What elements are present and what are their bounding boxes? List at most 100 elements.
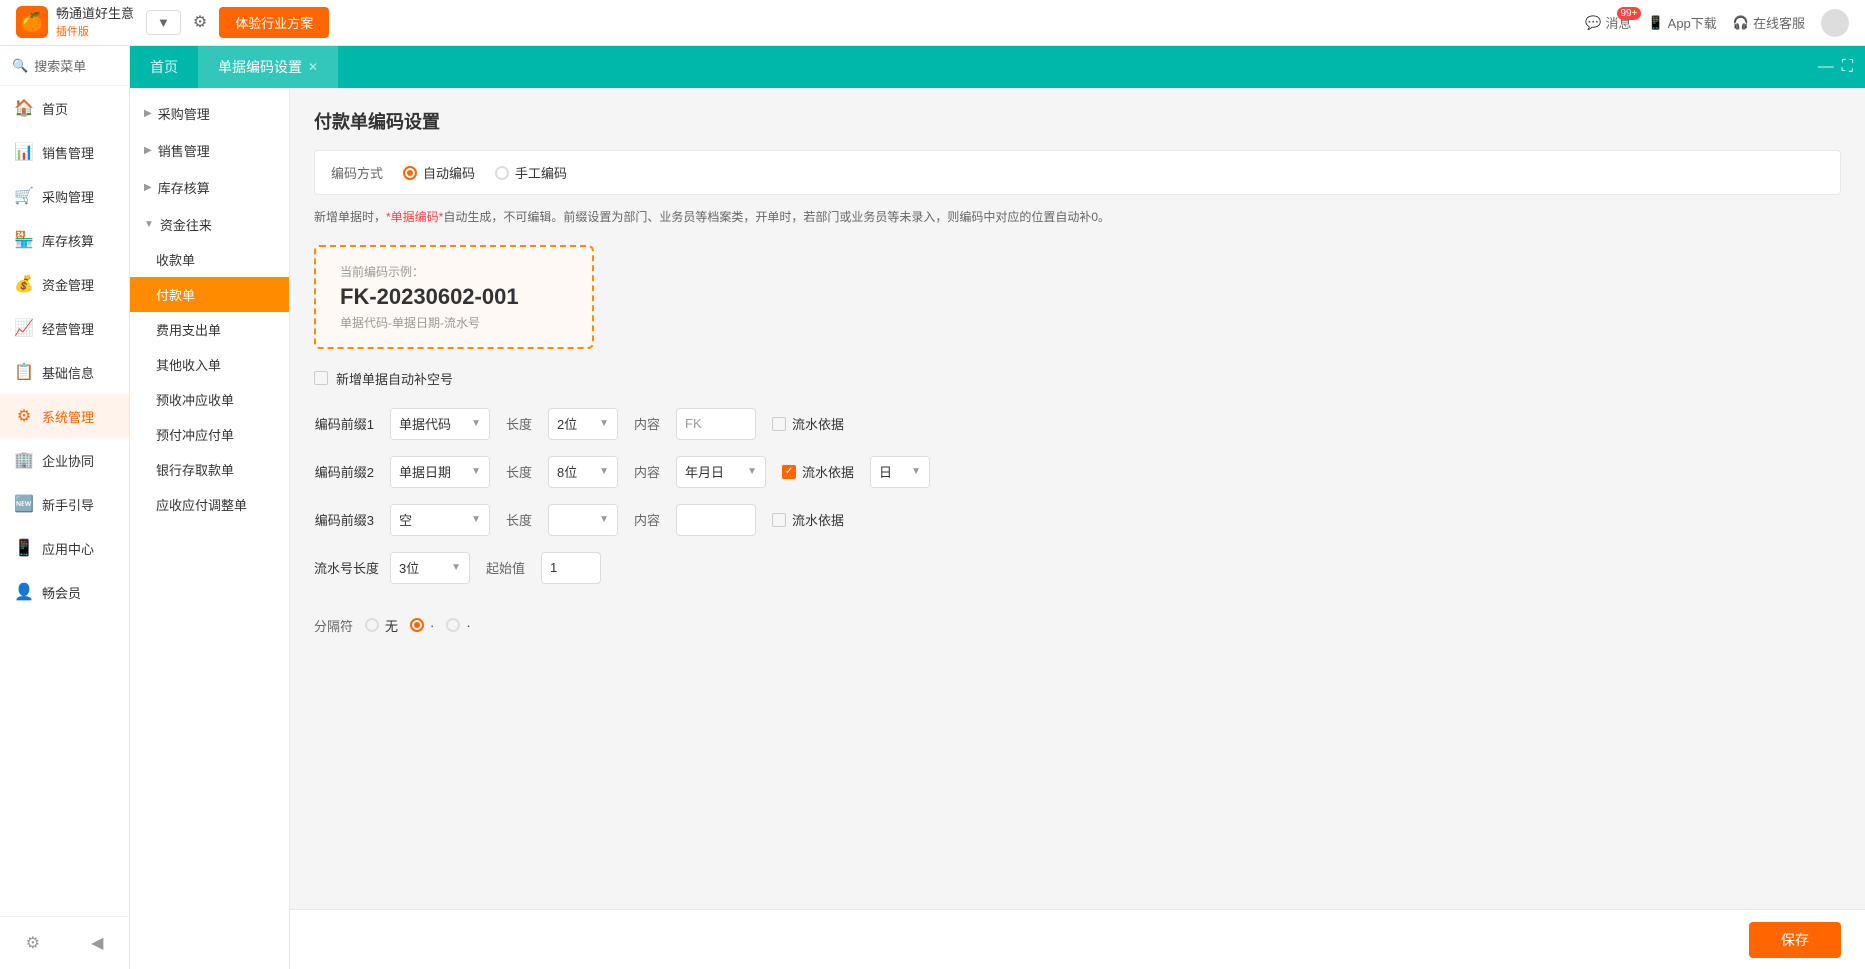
content2-value: 年月日 [685, 462, 724, 481]
auto-radio-circle [403, 166, 417, 180]
app-icon: 📱 [1647, 15, 1663, 31]
online-service-button[interactable]: 🎧 在线客服 [1733, 13, 1805, 32]
stream3-checkbox[interactable] [772, 513, 786, 527]
top-bar-left: 🍊 畅通道好生意 插件版 ▼ ⚙ 体验行业方案 [16, 6, 329, 39]
auto-fill-checkbox[interactable] [314, 371, 328, 385]
prefix3-select[interactable]: 空 ▼ [390, 504, 490, 536]
sec-item-receipt[interactable]: 收款单 [130, 242, 289, 277]
dropdown-button[interactable]: ▼ [146, 10, 181, 35]
serial-row: 流水号长度 3位 ▼ 起始值 1 [314, 552, 1841, 584]
auto-encoding-radio[interactable]: 自动编码 [403, 163, 475, 182]
period-arrow-icon: ▼ [911, 466, 921, 477]
company-icon: 🏢 [14, 450, 34, 470]
sec-group-sales: ▶ 销售管理 [130, 133, 289, 168]
sec-group-finance-title[interactable]: ▼ 资金往来 [130, 207, 289, 242]
tab-close-icon[interactable]: ✕ [308, 60, 318, 74]
sidebar-item-guide[interactable]: 🆕 新手引导 [0, 482, 129, 526]
example-code: FK-20230602-001 [340, 284, 568, 310]
sidebar-item-operation[interactable]: 📈 经营管理 [0, 306, 129, 350]
length3-select[interactable]: ▼ [548, 504, 618, 536]
tab-bar-right: — ⛶ [1818, 58, 1865, 76]
settings-button[interactable]: ⚙ [189, 8, 211, 36]
sec-group-inventory-title[interactable]: ▶ 库存核算 [130, 170, 289, 205]
chevron-right-icon: ▶ [144, 108, 152, 119]
start-value-input[interactable]: 1 [541, 552, 601, 584]
stream2-checkbox[interactable]: ✓ [782, 465, 796, 479]
sec-item-expense[interactable]: 费用支出单 [130, 312, 289, 347]
sidebar-item-home[interactable]: 🏠 首页 [0, 86, 129, 130]
prefix3-value: 空 [399, 510, 412, 529]
sidebar-item-company[interactable]: 🏢 企业协同 [0, 438, 129, 482]
sidebar-item-system[interactable]: ⚙ 系统管理 [0, 394, 129, 438]
content1-input: FK [676, 408, 756, 440]
sidebar-item-inventory-label: 库存核算 [42, 231, 94, 250]
sep-dot2-radio[interactable]: · [446, 618, 470, 633]
top-bar-right: 💬 消息 99+ 📱 App下载 🎧 在线客服 [1585, 9, 1849, 37]
content2-select[interactable]: 年月日 ▼ [676, 456, 766, 488]
prefix2-label: 编码前缀2 [314, 462, 374, 481]
sidebar-item-system-label: 系统管理 [42, 407, 94, 426]
sidebar-item-basic[interactable]: 📋 基础信息 [0, 350, 129, 394]
prefix2-arrow-icon: ▼ [471, 466, 481, 477]
finance-icon: 💰 [14, 274, 34, 294]
app-download-label: App下载 [1668, 13, 1717, 32]
app-download-button[interactable]: 📱 App下载 [1647, 13, 1716, 32]
sidebar-item-apps[interactable]: 📱 应用中心 [0, 526, 129, 570]
sec-item-adjustment[interactable]: 应收应付调整单 [130, 487, 289, 522]
sales-icon: 📊 [14, 142, 34, 162]
trial-button[interactable]: 体验行业方案 [219, 7, 329, 38]
sidebar-item-sales[interactable]: 📊 销售管理 [0, 130, 129, 174]
tab-encoding-label: 单据编码设置 [218, 57, 302, 77]
stream1-label: 流水依据 [792, 414, 844, 433]
manual-encoding-label: 手工编码 [515, 163, 567, 182]
prefix3-arrow-icon: ▼ [471, 514, 481, 525]
length2-select[interactable]: 8位 ▼ [548, 456, 618, 488]
content2-label: 内容 [634, 462, 660, 481]
sec-group-sales-title[interactable]: ▶ 销售管理 [130, 133, 289, 168]
sidebar-item-purchase[interactable]: 🛒 采购管理 [0, 174, 129, 218]
sep-dot-label: · [430, 618, 434, 633]
secondary-sidebar: ▶ 采购管理 ▶ 销售管理 ▶ 库存核算 [130, 88, 290, 969]
auto-radio-dot [407, 170, 413, 176]
logo-icon: 🍊 [16, 6, 48, 38]
sec-item-other-income[interactable]: 其他收入单 [130, 347, 289, 382]
prefix2-select[interactable]: 单据日期 ▼ [390, 456, 490, 488]
main-right: 付款单编码设置 编码方式 自动编码 手工编码 [290, 88, 1865, 969]
tab-expand-icon[interactable]: ⛶ [1842, 58, 1853, 76]
page-title: 付款单编码设置 [314, 108, 1841, 134]
message-button[interactable]: 💬 消息 99+ [1585, 13, 1631, 32]
serial-length-select[interactable]: 3位 ▼ [390, 552, 470, 584]
sidebar-settings-btn[interactable]: ⚙ [20, 927, 46, 959]
tab-encoding-settings[interactable]: 单据编码设置 ✕ [198, 46, 338, 88]
user-info[interactable] [1821, 9, 1849, 37]
prefix1-arrow-icon: ▼ [471, 418, 481, 429]
sidebar-item-inventory[interactable]: 🏪 库存核算 [0, 218, 129, 262]
prefix1-select[interactable]: 单据代码 ▼ [390, 408, 490, 440]
sidebar-item-operation-label: 经营管理 [42, 319, 94, 338]
guide-icon: 🆕 [14, 494, 34, 514]
length1-label: 长度 [506, 414, 532, 433]
manual-encoding-radio[interactable]: 手工编码 [495, 163, 567, 182]
tab-home[interactable]: 首页 [130, 46, 198, 88]
period-select[interactable]: 日 ▼ [870, 456, 930, 488]
tab-minimize-icon[interactable]: — [1818, 58, 1834, 76]
example-desc: 单据代码-单据日期-流水号 [340, 314, 568, 331]
sep-dot2-circle [446, 618, 460, 632]
stream1-checkbox[interactable] [772, 417, 786, 431]
sec-item-advance-offset[interactable]: 预付冲应付单 [130, 417, 289, 452]
save-button[interactable]: 保存 [1749, 922, 1841, 958]
content-area: ▶ 采购管理 ▶ 销售管理 ▶ 库存核算 [130, 88, 1865, 969]
search-menu-button[interactable]: 🔍 搜索菜单 [0, 46, 129, 86]
sidebar-item-member[interactable]: 👤 畅会员 [0, 570, 129, 614]
sidebar-collapse-btn[interactable]: ◀ [85, 927, 109, 959]
sep-dot-radio[interactable]: · [410, 618, 434, 633]
sec-item-prepay-offset[interactable]: 预收冲应收单 [130, 382, 289, 417]
sec-item-payment[interactable]: 付款单 [130, 277, 289, 312]
sec-group-purchase-title[interactable]: ▶ 采购管理 [130, 96, 289, 131]
sec-item-bank[interactable]: 银行存取款单 [130, 452, 289, 487]
message-icon: 💬 [1585, 15, 1601, 31]
length1-select[interactable]: 2位 ▼ [548, 408, 618, 440]
serial-length-value: 3位 [399, 558, 419, 577]
sep-none-radio[interactable]: 无 [365, 616, 398, 635]
sidebar-item-finance[interactable]: 💰 资金管理 [0, 262, 129, 306]
